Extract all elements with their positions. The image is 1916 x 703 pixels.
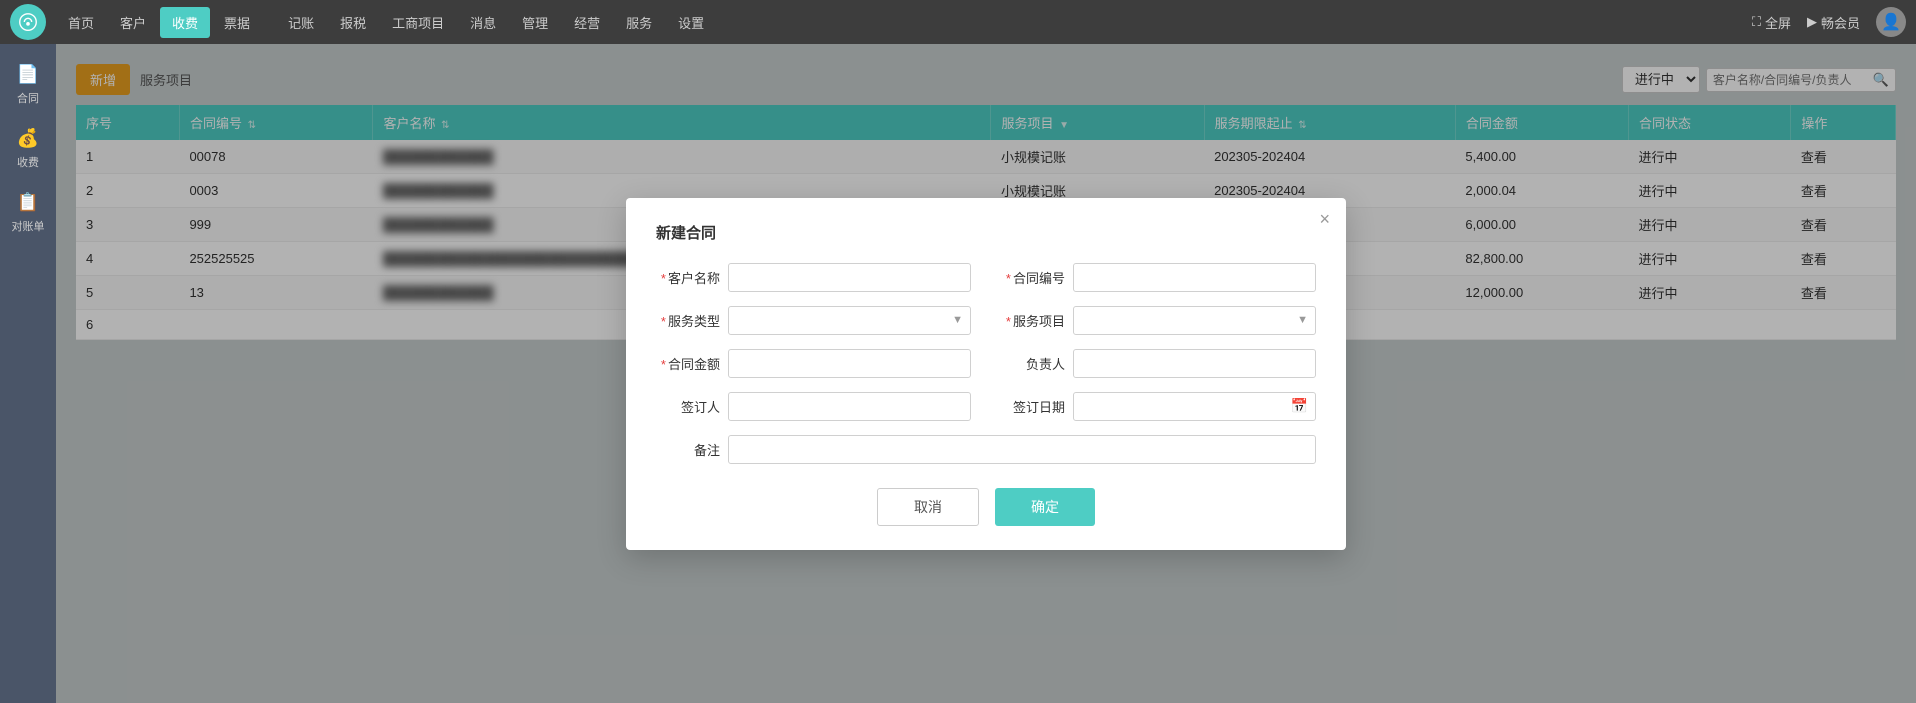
sidebar-contract-label: 合同 bbox=[17, 90, 39, 106]
nav-invoice[interactable]: 票据 bbox=[212, 7, 274, 38]
reconcile-icon: 📋 bbox=[16, 190, 40, 214]
contract-no-input[interactable] bbox=[1073, 263, 1316, 292]
calendar-icon[interactable]: 📅 bbox=[1291, 398, 1308, 415]
nav-service[interactable]: 服务 bbox=[614, 7, 664, 38]
service-type-select[interactable] bbox=[728, 306, 971, 335]
modal-title: 新建合同 bbox=[656, 222, 1316, 243]
modal-footer: 取消 确定 bbox=[656, 488, 1316, 526]
nav-items: 首页 客户 收费 票据 记账 报税 工商项目 消息 管理 经营 服务 设置 bbox=[56, 7, 1752, 38]
form-row-client: *客户名称 bbox=[656, 263, 971, 292]
sidebar: 📄 合同 💰 收费 📋 对账单 bbox=[0, 44, 56, 703]
signer-label: 签订人 bbox=[656, 397, 720, 416]
remark-input[interactable] bbox=[728, 435, 1316, 464]
service-item-select-wrap: ▼ bbox=[1073, 306, 1316, 335]
required-star-sitem: * bbox=[1006, 314, 1011, 329]
confirm-button[interactable]: 确定 bbox=[995, 488, 1095, 526]
form-row-remark: 备注 bbox=[656, 435, 1316, 464]
required-star-client: * bbox=[661, 271, 666, 286]
fullscreen-label: 全屏 bbox=[1765, 13, 1791, 32]
sign-date-label: 签订日期 bbox=[1001, 397, 1065, 416]
form-row-person: 负责人 bbox=[1001, 349, 1316, 378]
client-name-label: *客户名称 bbox=[656, 268, 720, 287]
nav-billing[interactable]: 收费 bbox=[160, 7, 210, 38]
billing-icon: 💰 bbox=[16, 126, 40, 150]
nav-business[interactable]: 工商项目 bbox=[380, 7, 456, 38]
sidebar-item-reconcile[interactable]: 📋 对账单 bbox=[3, 182, 53, 242]
sidebar-reconcile-label: 对账单 bbox=[12, 218, 45, 234]
contract-icon: 📄 bbox=[16, 62, 40, 86]
logo bbox=[10, 4, 46, 40]
member-tool[interactable]: ▶ 畅会员 bbox=[1807, 13, 1860, 32]
top-nav: 首页 客户 收费 票据 记账 报税 工商项目 消息 管理 经营 服务 设置 ⛶ … bbox=[0, 0, 1916, 44]
required-star-contract: * bbox=[1006, 271, 1011, 286]
sign-date-input[interactable]: 2023-06-06 bbox=[1073, 392, 1316, 421]
service-item-select[interactable] bbox=[1073, 306, 1316, 335]
service-type-select-wrap: ▼ bbox=[728, 306, 971, 335]
right-tools: ⛶ 全屏 ▶ 畅会员 👤 bbox=[1752, 7, 1906, 37]
fullscreen-tool[interactable]: ⛶ 全屏 bbox=[1752, 13, 1791, 32]
nav-accounting[interactable]: 记账 bbox=[276, 7, 326, 38]
modal-close-button[interactable]: × bbox=[1319, 210, 1330, 228]
fullscreen-icon: ⛶ bbox=[1752, 14, 1761, 30]
amount-input[interactable]: 0.00 bbox=[728, 349, 971, 378]
form-row-amount: *合同金额 0.00 bbox=[656, 349, 971, 378]
sidebar-item-contract[interactable]: 📄 合同 bbox=[3, 54, 53, 114]
amount-label: *合同金额 bbox=[656, 354, 720, 373]
modal-overlay: × 新建合同 *客户名称 *合同编号 bbox=[56, 44, 1916, 703]
form-row-contract-no: *合同编号 bbox=[1001, 263, 1316, 292]
cancel-button[interactable]: 取消 bbox=[877, 488, 979, 526]
client-name-input[interactable] bbox=[728, 263, 971, 292]
form-row-service-item: *服务项目 ▼ bbox=[1001, 306, 1316, 335]
sidebar-item-billing[interactable]: 💰 收费 bbox=[3, 118, 53, 178]
person-input[interactable] bbox=[1073, 349, 1316, 378]
form-grid: *客户名称 *合同编号 *服务类型 bbox=[656, 263, 1316, 464]
form-row-service-type: *服务类型 ▼ bbox=[656, 306, 971, 335]
required-star-stype: * bbox=[661, 314, 666, 329]
nav-settings[interactable]: 设置 bbox=[666, 7, 716, 38]
content-area: 新增 服务项目 进行中 已完成 已终止 🔍 序号 合同编号 ⇅ bbox=[56, 44, 1916, 703]
person-label: 负责人 bbox=[1001, 354, 1065, 373]
sidebar-billing-label: 收费 bbox=[17, 154, 39, 170]
nav-tax[interactable]: 报税 bbox=[328, 7, 378, 38]
play-icon: ▶ bbox=[1807, 14, 1817, 30]
nav-home[interactable]: 首页 bbox=[56, 7, 106, 38]
sign-date-wrap: 2023-06-06 📅 bbox=[1073, 392, 1316, 421]
main-layout: 📄 合同 💰 收费 📋 对账单 新增 服务项目 进行中 已完成 已终止 bbox=[0, 44, 1916, 703]
avatar[interactable]: 👤 bbox=[1876, 7, 1906, 37]
nav-manage[interactable]: 管理 bbox=[510, 7, 560, 38]
service-type-label: *服务类型 bbox=[656, 311, 720, 330]
required-star-amount: * bbox=[661, 357, 666, 372]
remark-label: 备注 bbox=[656, 440, 720, 459]
nav-operation[interactable]: 经营 bbox=[562, 7, 612, 38]
contract-no-label: *合同编号 bbox=[1001, 268, 1065, 287]
member-label: 畅会员 bbox=[1821, 13, 1860, 32]
nav-client[interactable]: 客户 bbox=[108, 7, 158, 38]
service-item-label: *服务项目 bbox=[1001, 311, 1065, 330]
new-contract-modal: × 新建合同 *客户名称 *合同编号 bbox=[626, 198, 1346, 550]
form-row-sign-date: 签订日期 2023-06-06 📅 bbox=[1001, 392, 1316, 421]
nav-message[interactable]: 消息 bbox=[458, 7, 508, 38]
signer-input[interactable] bbox=[728, 392, 971, 421]
form-row-signer: 签订人 bbox=[656, 392, 971, 421]
